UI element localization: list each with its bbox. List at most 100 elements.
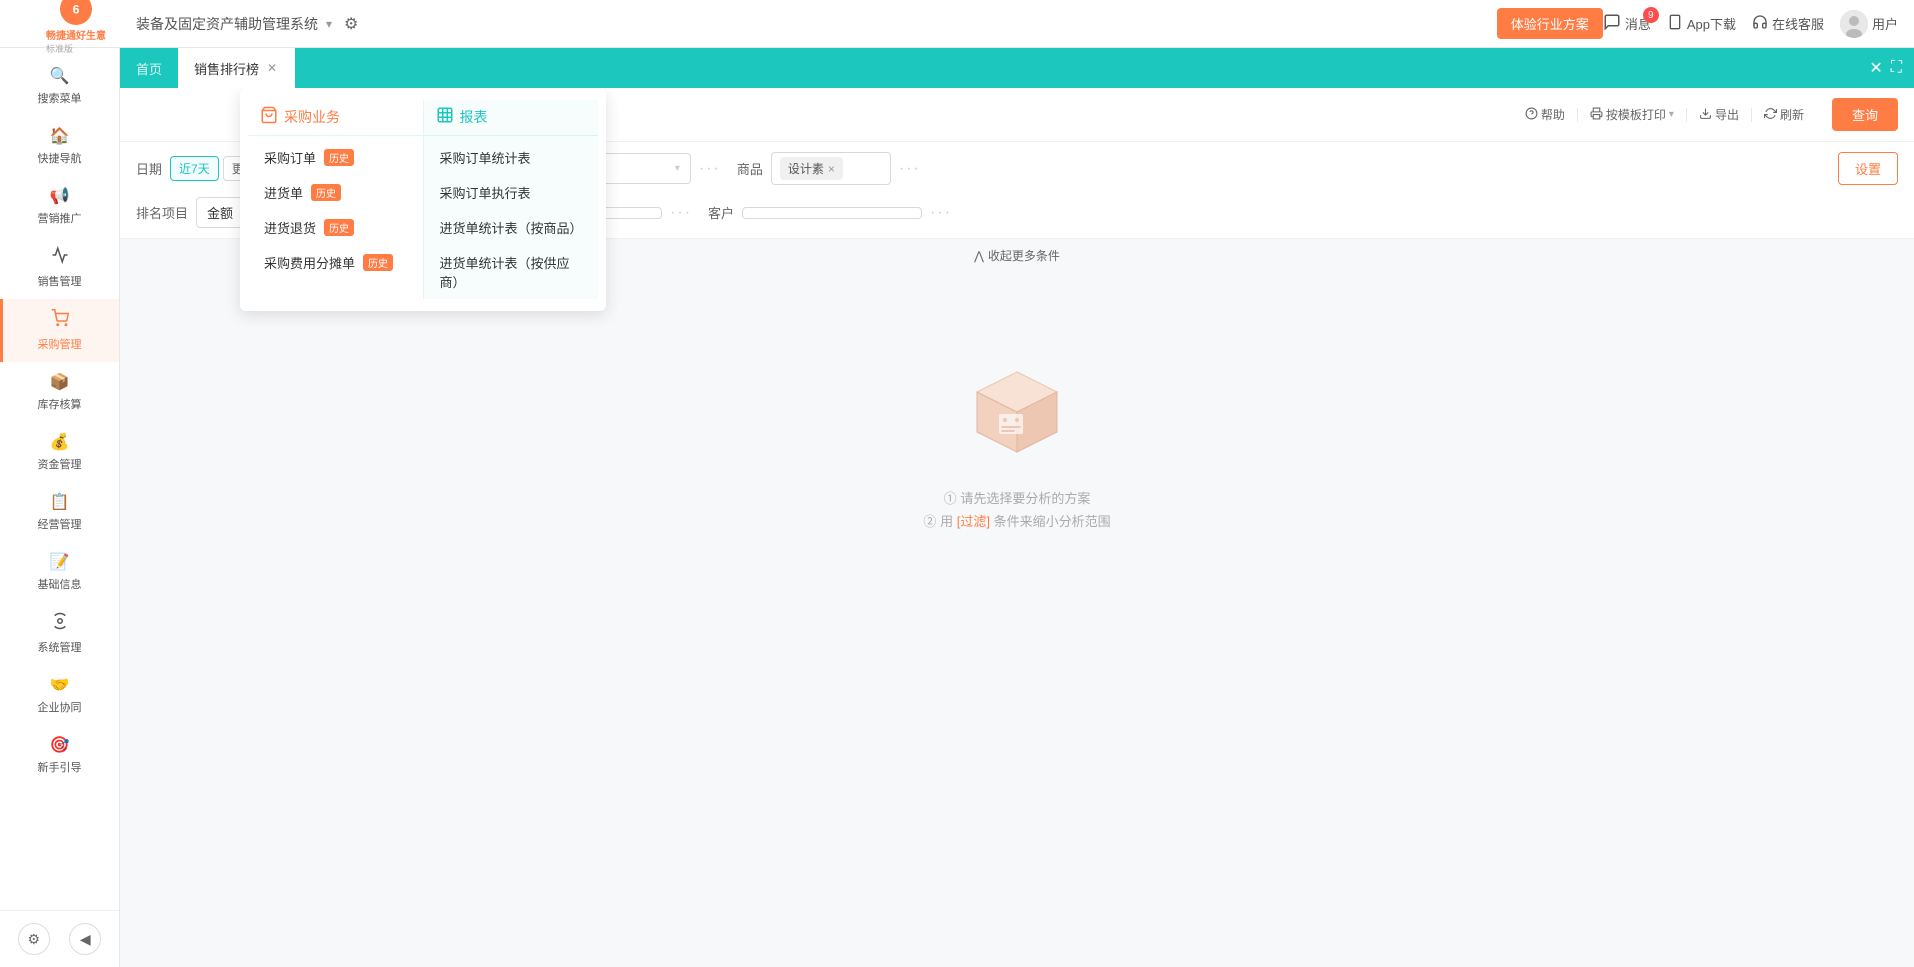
system-icon (51, 612, 69, 635)
tab-home-label: 首页 (136, 59, 162, 78)
sidebar-item-marketing[interactable]: 📢 营销推广 (0, 176, 119, 236)
help-icon (1525, 107, 1538, 123)
guide-icon: 🎯 (50, 735, 70, 755)
sidebar-item-system-label: 系统管理 (38, 639, 82, 655)
purchase-col-header: 采购业务 (248, 100, 423, 136)
industry-btn[interactable]: 体验行业方案 (1497, 8, 1603, 39)
sidebar-item-purchase-label: 采购管理 (38, 336, 82, 352)
tab-expand-icon[interactable]: ⛶ (1891, 59, 1902, 77)
main-layout: 🔍 搜索菜单 🏠 快捷导航 📢 营销推广 销售管理 (0, 48, 1914, 967)
user-item[interactable]: 用户 (1840, 10, 1898, 38)
toolbar-divider-3 (1751, 108, 1752, 122)
page-content: 帮助 按模板打印 ▾ (120, 88, 1914, 967)
report-col-icon (436, 106, 454, 127)
settings-icon[interactable]: ⚙ (344, 14, 358, 34)
dropdown-item-expense[interactable]: 采购费用分摊单 历史 (248, 245, 423, 280)
inbound-stats-goods-label: 进货单统计表（按商品） (440, 218, 583, 237)
sidebar-item-finance-label: 资金管理 (38, 456, 82, 472)
sidebar-item-search[interactable]: 🔍 搜索菜单 (0, 56, 119, 116)
sidebar-item-quicknav-label: 快捷导航 (38, 150, 82, 166)
sidebar-item-sales[interactable]: 销售管理 (0, 236, 119, 299)
tab-sales-rank-label: 销售排行榜 (194, 59, 259, 78)
tab-bar-actions: ✕ ⛶ (1869, 58, 1914, 78)
message-icon-item[interactable]: 9 消息 (1603, 13, 1651, 34)
sidebar-item-quicknav[interactable]: 🏠 快捷导航 (0, 116, 119, 176)
online-service-label: 在线客服 (1772, 14, 1824, 33)
voucher-status-dropdown-icon: ▾ (675, 163, 680, 174)
logo-icon: 6 (60, 0, 92, 25)
dropdown-item-inbound[interactable]: 进货单 历史 (248, 175, 423, 210)
purchase-col: 采购业务 采购订单 历史 进货单 历史 进货退货 (248, 100, 423, 299)
app-download-item[interactable]: App下载 (1667, 14, 1736, 33)
tab-close-all-icon[interactable]: ✕ (1869, 58, 1882, 78)
print-btn[interactable]: 按模板打印 ▾ (1590, 106, 1674, 123)
sidebar-item-finance[interactable]: 💰 资金管理 (0, 422, 119, 482)
user-label: 用户 (1872, 14, 1898, 33)
expense-label: 采购费用分摊单 (264, 253, 355, 272)
dropdown-item-purchase-order[interactable]: 采购订单 历史 (248, 140, 423, 175)
goods-dots[interactable]: ··· (899, 160, 921, 178)
inventory-icon: 📦 (50, 372, 70, 392)
salesperson-dots[interactable]: ··· (670, 204, 692, 222)
message-icon (1603, 13, 1621, 34)
goods-label: 商品 (737, 159, 763, 178)
settings-button[interactable]: 设置 (1838, 152, 1898, 185)
print-dropdown-icon: ▾ (1669, 109, 1674, 120)
goods-tag: 设计素 × (780, 157, 843, 180)
sidebar-item-cooperation[interactable]: 🤝 企业协同 (0, 665, 119, 725)
system-name-dropdown-icon[interactable]: ▾ (326, 17, 332, 31)
tab-sales-rank[interactable]: 销售排行榜 ✕ (178, 48, 295, 88)
export-btn[interactable]: 导出 (1699, 106, 1739, 123)
help-label: 帮助 (1541, 106, 1565, 123)
cooperation-icon: 🤝 (50, 675, 70, 695)
sidebar-item-guide-label: 新手引导 (38, 759, 82, 775)
refresh-btn[interactable]: 刷新 (1764, 106, 1804, 123)
sidebar-item-operations[interactable]: 📋 经营管理 (0, 482, 119, 542)
inbound-label: 进货单 (264, 183, 303, 202)
purchase-order-label: 采购订单 (264, 148, 316, 167)
report-col: 报表 采购订单统计表 采购订单执行表 进货单统计表（按商品） (423, 100, 599, 299)
dropdown-item-purchase-order-stats[interactable]: 采购订单统计表 (424, 140, 599, 175)
marketing-icon: 📢 (50, 186, 70, 206)
dropdown-item-return[interactable]: 进货退货 历史 (248, 210, 423, 245)
date-shortcut-7days[interactable]: 近7天 (170, 156, 219, 181)
online-service-item[interactable]: 在线客服 (1752, 14, 1824, 33)
help-btn[interactable]: 帮助 (1525, 106, 1565, 123)
sidebar-collapse-btn[interactable]: ◀ (69, 923, 101, 955)
toolbar-divider-1 (1577, 108, 1578, 122)
purchase-order-stats-label: 采购订单统计表 (440, 148, 531, 167)
sidebar-item-inventory-label: 库存核算 (38, 396, 82, 412)
sidebar-item-system[interactable]: 系统管理 (0, 602, 119, 665)
sidebar-item-guide[interactable]: 🎯 新手引导 (0, 725, 119, 785)
goods-tag-close-icon[interactable]: × (828, 162, 835, 176)
sidebar: 🔍 搜索菜单 🏠 快捷导航 📢 营销推广 销售管理 (0, 48, 120, 967)
date-label: 日期 (136, 159, 162, 178)
purchase-col-icon (260, 106, 278, 127)
voucher-status-dots[interactable]: ··· (699, 160, 721, 178)
empty-state-illustration (957, 352, 1077, 472)
operations-icon: 📋 (50, 492, 70, 512)
basicinfo-icon: 📝 (50, 552, 70, 572)
sidebar-item-basicinfo[interactable]: 📝 基础信息 (0, 542, 119, 602)
tab-close-icon[interactable]: ✕ (265, 61, 279, 75)
collapse-up-icon: ⋀ (974, 249, 984, 263)
toolbar-right: 帮助 按模板打印 ▾ (1525, 106, 1804, 123)
sidebar-item-purchase[interactable]: 采购管理 (0, 299, 119, 362)
rank-label: 排名项目 (136, 203, 188, 222)
sidebar-item-inventory[interactable]: 📦 库存核算 (0, 362, 119, 422)
empty-state: ① 请先选择要分析的方案 ② 用 [过滤] 条件来缩小分析范围 (120, 272, 1914, 614)
customer-dots[interactable]: ··· (930, 204, 952, 222)
system-name: 装备及固定资产辅助管理系统 (136, 14, 318, 34)
dropdown-item-inbound-stats-supplier[interactable]: 进货单统计表（按供应商） (424, 245, 599, 299)
dropdown-item-inbound-stats-goods[interactable]: 进货单统计表（按商品） (424, 210, 599, 245)
app-download-label: App下载 (1687, 14, 1736, 33)
query-button[interactable]: 查询 (1832, 98, 1898, 131)
sidebar-item-cooperation-label: 企业协同 (38, 699, 82, 715)
sidebar-item-sales-label: 销售管理 (38, 273, 82, 289)
system-name-area: 装备及固定资产辅助管理系统 ▾ ⚙ (136, 14, 1481, 34)
sidebar-settings-btn[interactable]: ⚙ (18, 923, 50, 955)
dropdown-item-purchase-order-exec[interactable]: 采购订单执行表 (424, 175, 599, 210)
return-history-tag: 历史 (324, 219, 354, 236)
finance-icon: 💰 (50, 432, 70, 452)
sales-icon (51, 246, 69, 269)
